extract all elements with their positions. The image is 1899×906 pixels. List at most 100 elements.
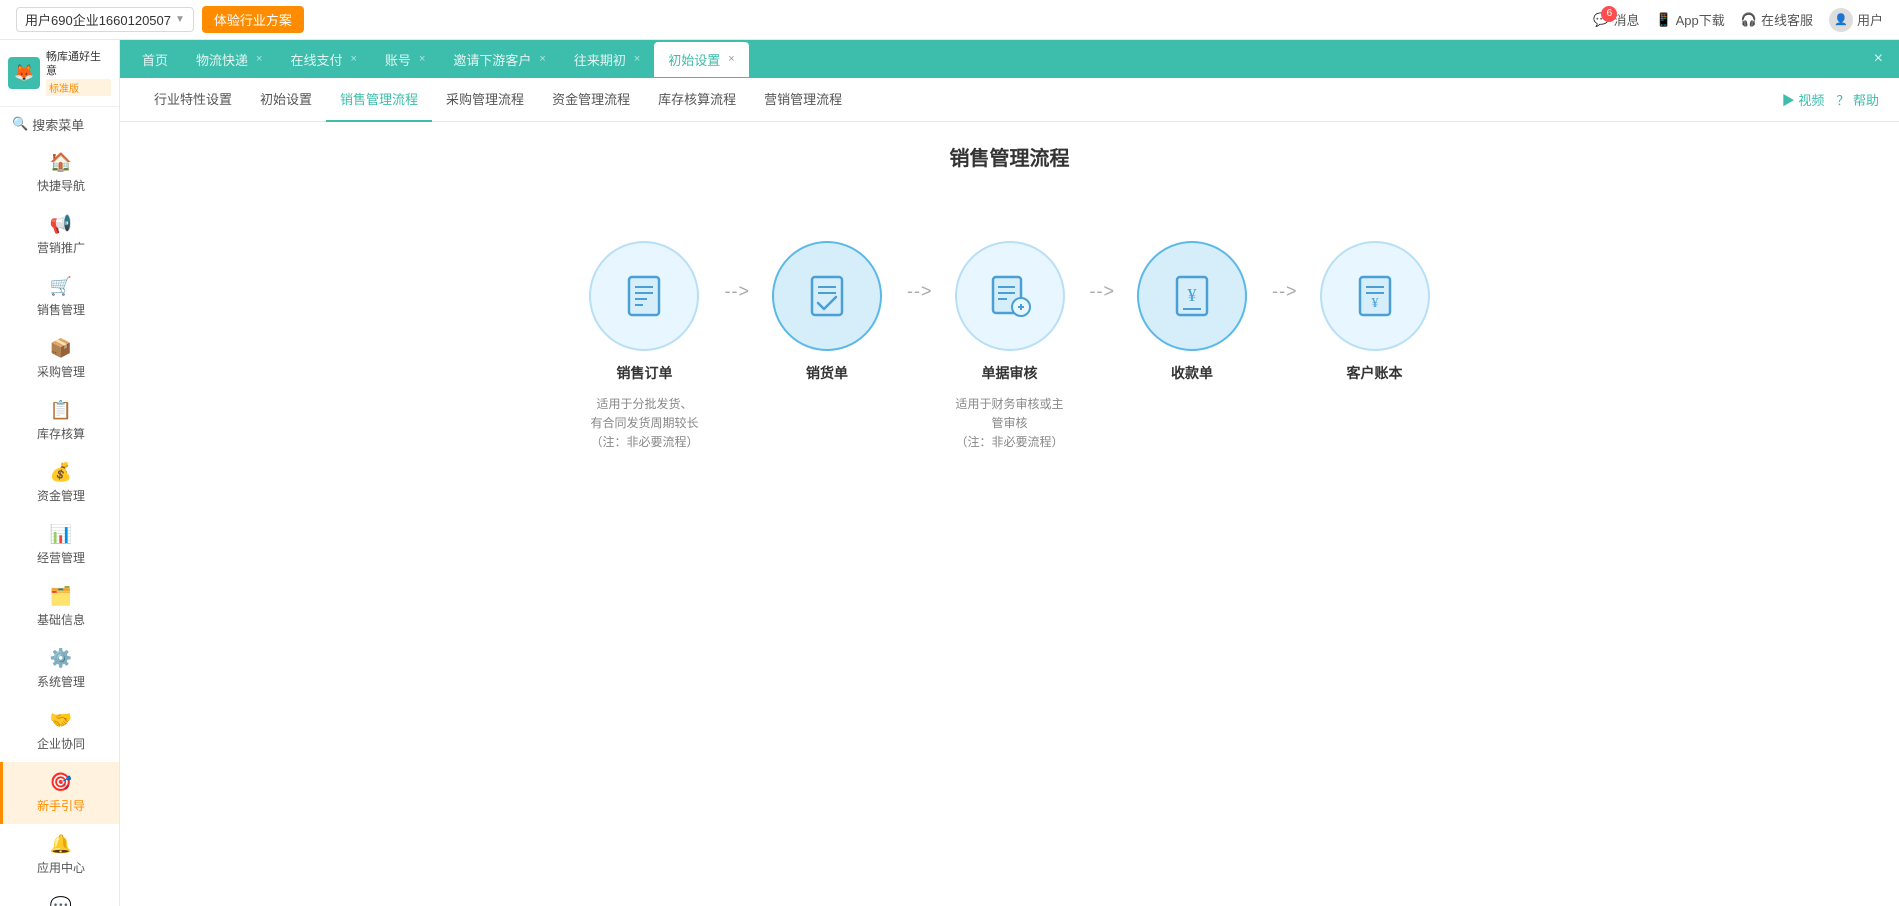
tab-init-settings[interactable]: 初始设置 × xyxy=(654,42,748,77)
video-label: 视频 xyxy=(1798,93,1824,108)
online-service-button[interactable]: 🎧 在线客服 xyxy=(1741,10,1813,29)
mobile-icon: 📱 xyxy=(1655,12,1671,28)
headset-icon: 🎧 xyxy=(1741,12,1757,28)
flow-arrow-2: - - > xyxy=(907,241,930,302)
logo-text-wrap: 畅库通好生意 标准版 xyxy=(46,50,111,96)
box-icon: 📦 xyxy=(50,338,72,359)
close-all-tabs-button[interactable]: × xyxy=(1866,46,1891,72)
user-profile-button[interactable]: 👤 用户 xyxy=(1829,8,1883,32)
messages-badge-wrap: 💬 6 xyxy=(1593,12,1609,28)
logo-icon: 🦊 xyxy=(8,57,40,89)
user-selector-label: 用户690企业1660120507 xyxy=(25,10,171,29)
tab-logistics[interactable]: 物流快递 × xyxy=(182,42,276,77)
sidebar-item-label: 快捷导航 xyxy=(37,177,85,194)
tab-home[interactable]: 首页 xyxy=(128,42,182,77)
sidebar-item-label: 库存核算 xyxy=(37,425,85,442)
tab-init-settings-close[interactable]: × xyxy=(728,53,734,65)
flow-circle-sales-invoice xyxy=(772,241,882,351)
sidebar-item-label: 企业协同 xyxy=(37,735,85,752)
tab-invite-close[interactable]: × xyxy=(539,53,545,65)
sidebar-item-quick-nav[interactable]: 🏠 快捷导航 xyxy=(0,142,119,204)
sidebar-item-finance[interactable]: 💰 资金管理 xyxy=(0,452,119,514)
sidebar-item-app-center[interactable]: 🔔 应用中心 xyxy=(0,824,119,886)
tab-period-init-close[interactable]: × xyxy=(634,53,640,65)
sidebar-search-button[interactable]: 🔍 搜索菜单 xyxy=(0,107,119,142)
customer-ledger-icon: ¥ xyxy=(1350,271,1400,321)
bell-icon: 🔔 xyxy=(50,834,72,855)
subtab-marketing-flow[interactable]: 营销管理流程 xyxy=(750,77,856,122)
sidebar-item-label: 资金管理 xyxy=(37,487,85,504)
handshake-icon: 🤝 xyxy=(50,710,72,731)
play-icon: ▶ xyxy=(1782,93,1795,108)
svg-text:¥: ¥ xyxy=(1371,296,1378,311)
user-selector[interactable]: 用户690企业1660120507 ▼ xyxy=(16,7,194,32)
tab-invite[interactable]: 邀请下游客户 × xyxy=(439,42,559,77)
trial-button[interactable]: 体验行业方案 xyxy=(202,6,304,33)
tab-home-label: 首页 xyxy=(142,50,168,69)
sidebar-item-label: 基础信息 xyxy=(37,611,85,628)
messages-badge: 6 xyxy=(1601,6,1617,22)
subtab-sales-flow-label: 销售管理流程 xyxy=(340,92,418,107)
tab-payment-label: 在线支付 xyxy=(290,50,342,69)
arrow-icon-1: - - > xyxy=(724,281,747,302)
tab-payment-close[interactable]: × xyxy=(350,53,356,65)
flow-arrow-3: - - > xyxy=(1090,241,1113,302)
sidebar-item-enterprise-wechat[interactable]: 💬 企业微信 xyxy=(0,886,119,906)
subtab-industry-label: 行业特性设置 xyxy=(154,92,232,107)
tab-account-close[interactable]: × xyxy=(419,53,425,65)
flow-step-customer-ledger: ¥ 客户账本 xyxy=(1295,241,1455,395)
help-button[interactable]: ？ 帮助 xyxy=(1836,90,1879,109)
subtab-purchase-flow[interactable]: 采购管理流程 xyxy=(432,77,538,122)
tab-invite-label: 邀请下游客户 xyxy=(453,50,531,69)
subtab-marketing-flow-label: 营销管理流程 xyxy=(764,92,842,107)
gear-icon: ⚙️ xyxy=(50,648,72,669)
app-download-button[interactable]: 📱 App下载 xyxy=(1655,10,1724,29)
subtab-sales-flow[interactable]: 销售管理流程 xyxy=(326,77,432,122)
sidebar-item-basic-info[interactable]: 🗂️ 基础信息 xyxy=(0,576,119,638)
chevron-down-icon: ▼ xyxy=(175,14,185,25)
logo-tag: 标准版 xyxy=(46,79,111,96)
folder-icon: 🗂️ xyxy=(50,586,72,607)
sidebar-item-sales[interactable]: 🛒 销售管理 xyxy=(0,266,119,328)
subtab-init[interactable]: 初始设置 xyxy=(246,77,326,122)
sidebar-logo: 🦊 畅库通好生意 标准版 xyxy=(0,40,119,107)
search-label: 搜索菜单 xyxy=(32,115,84,134)
tab-init-settings-label: 初始设置 xyxy=(668,50,720,69)
sidebar-item-marketing[interactable]: 📢 营销推广 xyxy=(0,204,119,266)
target-icon: 🎯 xyxy=(50,772,72,793)
sidebar-item-inventory[interactable]: 📋 库存核算 xyxy=(0,390,119,452)
messages-button[interactable]: 💬 6 消息 xyxy=(1593,10,1639,29)
subtab-finance-flow[interactable]: 资金管理流程 xyxy=(538,77,644,122)
money-icon: 💰 xyxy=(50,462,72,483)
arrow-icon-4: - - > xyxy=(1272,281,1295,302)
flow-step-doc-audit: 单据审核 适用于财务审核或主管审核（注：非必要流程） xyxy=(930,241,1090,453)
sales-invoice-icon xyxy=(802,271,852,321)
chat-icon: 💬 xyxy=(50,896,72,906)
sidebar-item-guide[interactable]: 🎯 新手引导 xyxy=(0,762,119,824)
app-download-label: App下载 xyxy=(1676,10,1725,29)
tab-logistics-close[interactable]: × xyxy=(256,53,262,65)
subtab-inventory-flow[interactable]: 库存核算流程 xyxy=(644,77,750,122)
flow-label-sales-order: 销售订单 xyxy=(616,363,672,383)
sidebar-item-purchase[interactable]: 📦 采购管理 xyxy=(0,328,119,390)
clipboard-icon: 📋 xyxy=(50,400,72,421)
main-layout: 🦊 畅库通好生意 标准版 🔍 搜索菜单 🏠 快捷导航 📢 营销推广 🛒 销售管理… xyxy=(0,40,1899,906)
tab-period-init[interactable]: 往来期初 × xyxy=(560,42,654,77)
flow-circle-sales-order xyxy=(589,241,699,351)
sidebar-item-label: 新手引导 xyxy=(37,797,85,814)
tab-payment[interactable]: 在线支付 × xyxy=(276,42,370,77)
flow-desc-sales-order: 适用于分批发货、有合同发货周期较长（注：非必要流程） xyxy=(590,395,698,453)
subtab-industry[interactable]: 行业特性设置 xyxy=(140,77,246,122)
flow-step-sales-invoice: 销货单 xyxy=(747,241,907,395)
sidebar: 🦊 畅库通好生意 标准版 🔍 搜索菜单 🏠 快捷导航 📢 营销推广 🛒 销售管理… xyxy=(0,40,120,906)
sidebar-item-operations[interactable]: 📊 经营管理 xyxy=(0,514,119,576)
subtab-init-label: 初始设置 xyxy=(260,92,312,107)
video-button[interactable]: ▶ 视频 xyxy=(1782,90,1825,109)
sidebar-item-enterprise[interactable]: 🤝 企业协同 xyxy=(0,700,119,762)
sidebar-item-system[interactable]: ⚙️ 系统管理 xyxy=(0,638,119,700)
sidebar-item-label: 应用中心 xyxy=(37,859,85,876)
tab-account[interactable]: 账号 × xyxy=(371,42,439,77)
page-content: 销售管理流程 销售订单 适用于分批发货、有合同 xyxy=(120,122,1899,906)
arrow-icon-2: - - > xyxy=(907,281,930,302)
flow-arrow-1: - - > xyxy=(724,241,747,302)
